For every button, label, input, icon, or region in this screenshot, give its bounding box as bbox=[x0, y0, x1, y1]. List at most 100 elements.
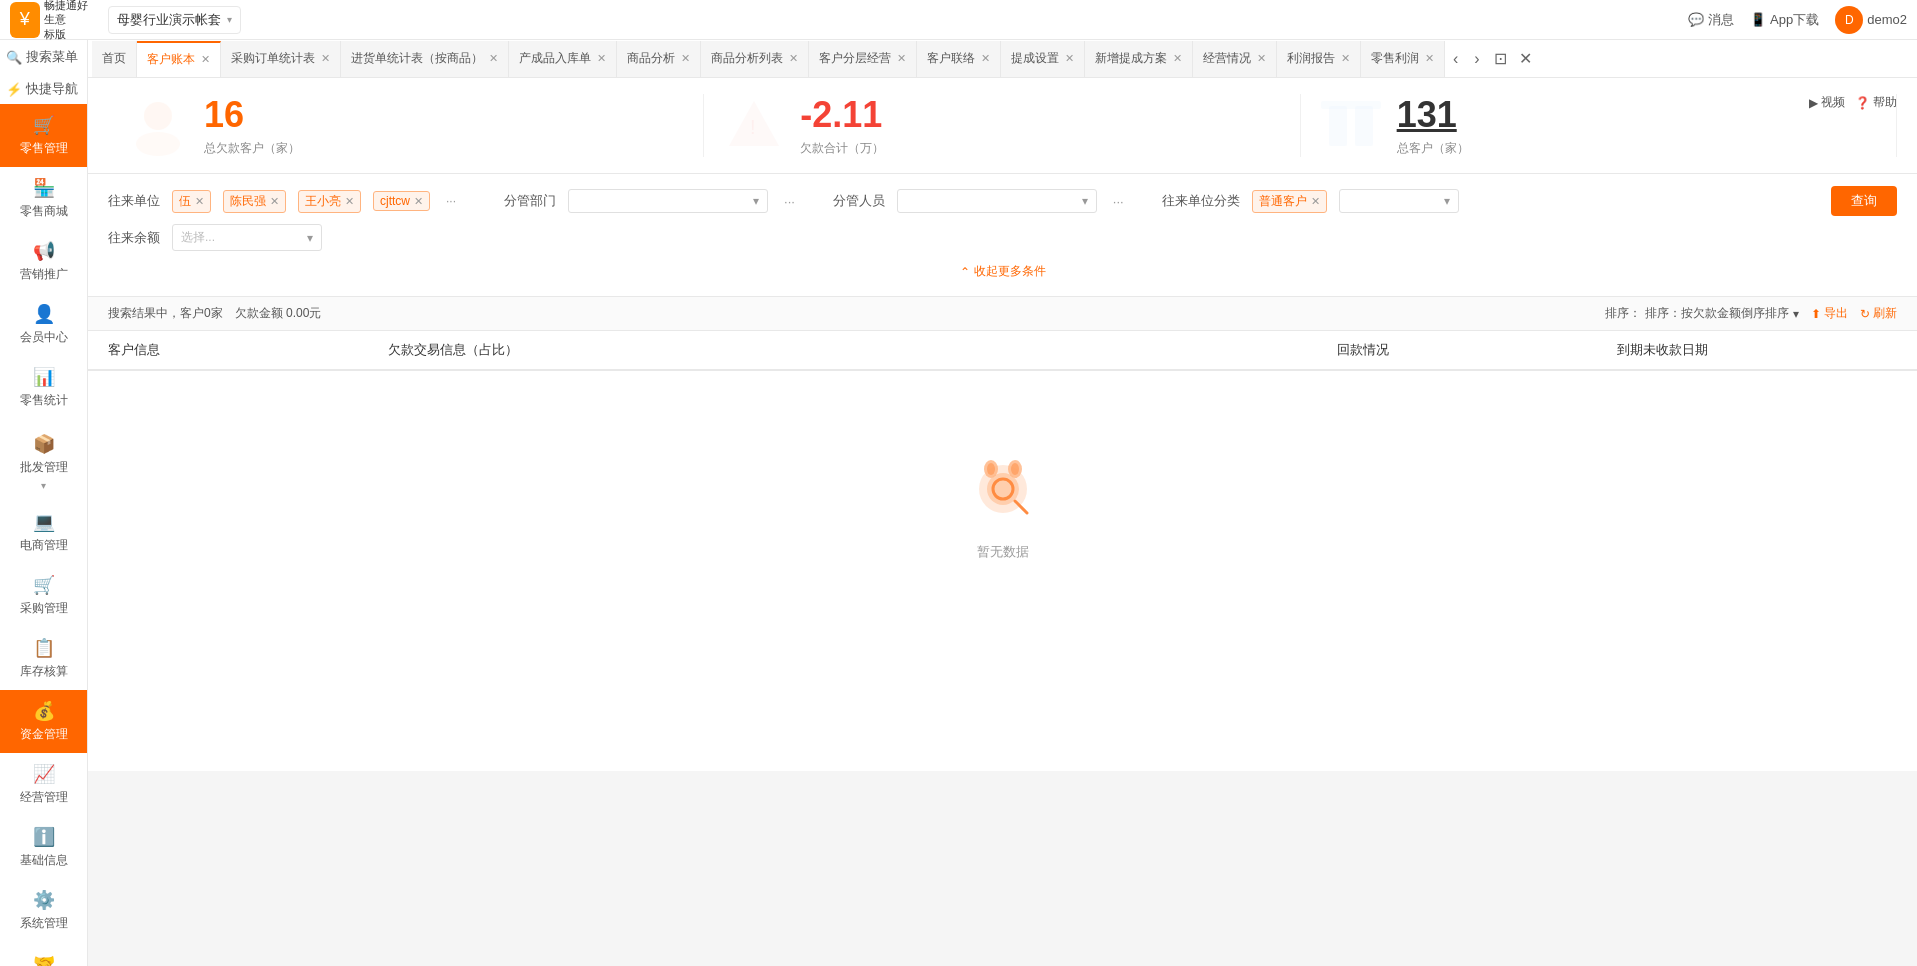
content-area: 首页 客户账本 ✕ 采购订单统计表 ✕ 进货单统计表（按商品） ✕ 产成品入库单… bbox=[88, 40, 1917, 966]
tab-bar: 首页 客户账本 ✕ 采购订单统计表 ✕ 进货单统计表（按商品） ✕ 产成品入库单… bbox=[88, 40, 1917, 78]
svg-point-13 bbox=[987, 463, 995, 475]
sidebar-item-retail-mall[interactable]: 🏪 零售商城 bbox=[0, 167, 87, 230]
tab-purchase-order[interactable]: 采购订单统计表 ✕ bbox=[221, 41, 341, 77]
quick-nav-icon: ⚡ bbox=[6, 82, 22, 97]
tab-close-icon[interactable]: ✕ bbox=[1065, 52, 1074, 65]
tab-close-icon[interactable]: ✕ bbox=[897, 52, 906, 65]
tab-close-icon[interactable]: ✕ bbox=[489, 52, 498, 65]
search-menu-button[interactable]: 🔍 搜索菜单 bbox=[0, 40, 87, 74]
more-tags-button[interactable]: ··· bbox=[442, 192, 460, 210]
sidebar-item-inventory[interactable]: 📋 库存核算 bbox=[0, 627, 87, 690]
tab-retail-profit[interactable]: 零售利润 ✕ bbox=[1361, 41, 1445, 77]
tab-prev-button[interactable]: ‹ bbox=[1445, 50, 1466, 68]
results-bar: 搜索结果中，客户0家 欠款金额 0.00元 排序： 排序：按欠款金额倒序排序 ▾… bbox=[88, 297, 1917, 331]
help-button[interactable]: ❓ 帮助 bbox=[1855, 94, 1897, 111]
results-right-actions: 排序： 排序：按欠款金额倒序排序 ▾ ⬆ 导出 ↻ 刷新 bbox=[1605, 305, 1897, 322]
query-button[interactable]: 查询 bbox=[1831, 186, 1897, 216]
tab-close-icon[interactable]: ✕ bbox=[789, 52, 798, 65]
stat-text-total: 131 总客户（家） bbox=[1397, 94, 1469, 157]
message-icon: 💬 bbox=[1688, 12, 1704, 27]
tab-home[interactable]: 首页 bbox=[92, 41, 137, 77]
tab-expand-button[interactable]: ⊡ bbox=[1488, 47, 1513, 70]
tab-close-all-button[interactable]: ✕ bbox=[1513, 47, 1538, 70]
tab-close-icon[interactable]: ✕ bbox=[201, 53, 210, 66]
remove-icon[interactable]: ✕ bbox=[1311, 195, 1320, 208]
sidebar-item-marketing[interactable]: 📢 营销推广 bbox=[0, 230, 87, 293]
sidebar-item-system[interactable]: ⚙️ 系统管理 bbox=[0, 879, 87, 942]
svg-rect-4 bbox=[1329, 106, 1347, 146]
filter-tag-wu[interactable]: 伍 ✕ bbox=[172, 190, 211, 213]
tab-close-icon[interactable]: ✕ bbox=[1257, 52, 1266, 65]
tab-close-icon[interactable]: ✕ bbox=[1173, 52, 1182, 65]
remove-icon[interactable]: ✕ bbox=[414, 195, 423, 208]
unit-type-select[interactable]: ▾ bbox=[1339, 189, 1459, 213]
dept-select[interactable]: ▾ bbox=[568, 189, 768, 213]
tab-next-button[interactable]: › bbox=[1466, 50, 1487, 68]
sidebar-item-wholesale[interactable]: 📦 批发管理 ▾ bbox=[0, 423, 87, 501]
balance-select[interactable]: 选择... ▾ bbox=[172, 224, 322, 251]
inventory-icon: 📋 bbox=[33, 637, 55, 659]
total-customers-number: 16 bbox=[204, 94, 300, 136]
remove-icon[interactable]: ✕ bbox=[195, 195, 204, 208]
tab-profit-report[interactable]: 利润报告 ✕ bbox=[1277, 41, 1361, 77]
finance-icon: 💰 bbox=[33, 700, 55, 722]
user-avatar-area[interactable]: D demo2 bbox=[1835, 6, 1907, 34]
tab-close-icon[interactable]: ✕ bbox=[321, 52, 330, 65]
dept-more-button[interactable]: ··· bbox=[780, 192, 799, 211]
remove-icon[interactable]: ✕ bbox=[345, 195, 354, 208]
main-area: 🔍 搜索菜单 ⚡ 快捷导航 🛒 零售管理 🏪 零售商城 📢 营销推广 bbox=[0, 40, 1917, 966]
table-container: 客户信息 欠款交易信息（占比） 回款情况 到期未收款日期 bbox=[88, 331, 1917, 771]
filter-area: 往来单位 伍 ✕ 陈民强 ✕ 王小亮 ✕ bbox=[88, 174, 1917, 297]
balance-filter-label: 往来余额 bbox=[108, 229, 160, 247]
tab-customer-layer[interactable]: 客户分层经营 ✕ bbox=[809, 41, 917, 77]
tab-commission-settings[interactable]: 提成设置 ✕ bbox=[1001, 41, 1085, 77]
tab-product-analysis[interactable]: 商品分析 ✕ bbox=[617, 41, 701, 77]
app-download-button[interactable]: 📱 App下载 bbox=[1750, 11, 1819, 29]
table-body: 暂无数据 bbox=[88, 371, 1917, 771]
tab-purchase-stats[interactable]: 进货单统计表（按商品） ✕ bbox=[341, 41, 509, 77]
tab-customer-contact[interactable]: 客户联络 ✕ bbox=[917, 41, 1001, 77]
tab-business-status[interactable]: 经营情况 ✕ bbox=[1193, 41, 1277, 77]
tab-product-entry[interactable]: 产成品入库单 ✕ bbox=[509, 41, 617, 77]
sidebar-item-basic-info[interactable]: ℹ️ 基础信息 bbox=[0, 816, 87, 879]
sidebar-item-ecommerce[interactable]: 💻 电商管理 bbox=[0, 501, 87, 564]
filter-tag-wang[interactable]: 王小亮 ✕ bbox=[298, 190, 361, 213]
tab-customer-account[interactable]: 客户账本 ✕ bbox=[137, 41, 221, 77]
tab-product-analysis-list[interactable]: 商品分析列表 ✕ bbox=[701, 41, 809, 77]
person-more-button[interactable]: ··· bbox=[1109, 192, 1128, 211]
sort-dropdown[interactable]: 排序： 排序：按欠款金额倒序排序 ▾ bbox=[1605, 305, 1799, 322]
stat-text-debt: -2.11 欠款合计（万） bbox=[800, 94, 884, 157]
filter-tag-chen[interactable]: 陈民强 ✕ bbox=[223, 190, 286, 213]
sidebar-item-operations[interactable]: 📈 经营管理 bbox=[0, 753, 87, 816]
sort-chevron-icon: ▾ bbox=[1793, 307, 1799, 321]
sidebar-item-finance[interactable]: 💰 资金管理 bbox=[0, 690, 87, 753]
top-right-actions: 💬 消息 📱 App下载 D demo2 bbox=[1688, 6, 1907, 34]
sidebar-item-member-center[interactable]: 👤 会员中心 bbox=[0, 293, 87, 356]
export-button[interactable]: ⬆ 导出 bbox=[1811, 305, 1848, 322]
remove-icon[interactable]: ✕ bbox=[270, 195, 279, 208]
debt-total-number: -2.11 bbox=[800, 94, 884, 136]
tab-close-icon[interactable]: ✕ bbox=[1425, 52, 1434, 65]
sidebar-item-purchase[interactable]: 🛒 采购管理 bbox=[0, 564, 87, 627]
tab-add-commission[interactable]: 新增提成方案 ✕ bbox=[1085, 41, 1193, 77]
quick-nav-button[interactable]: ⚡ 快捷导航 bbox=[0, 74, 87, 104]
sidebar-item-retail-stats[interactable]: 📊 零售统计 bbox=[0, 356, 87, 419]
sidebar-item-retail-management[interactable]: 🛒 零售管理 bbox=[0, 104, 87, 167]
stat-block-debt: ! -2.11 欠款合计（万） bbox=[704, 94, 1300, 157]
collapse-button[interactable]: ⌃ 收起更多条件 bbox=[108, 259, 1897, 284]
filter-tag-normal-customer[interactable]: 普通客户 ✕ bbox=[1252, 190, 1327, 213]
tab-close-icon[interactable]: ✕ bbox=[681, 52, 690, 65]
tab-close-icon[interactable]: ✕ bbox=[981, 52, 990, 65]
stats-area: 16 总欠款客户（家） ! -2.11 欠款合计（万） bbox=[88, 78, 1917, 174]
account-dropdown[interactable]: 母婴行业演示帐套 ▾ bbox=[108, 6, 241, 34]
col-header-repayment: 回款情况 bbox=[1337, 341, 1617, 359]
sidebar-item-enterprise[interactable]: 🤝 企业协同 bbox=[0, 942, 87, 966]
tab-close-icon[interactable]: ✕ bbox=[597, 52, 606, 65]
person-select[interactable]: ▾ bbox=[897, 189, 1097, 213]
video-button[interactable]: ▶ 视频 bbox=[1809, 94, 1845, 111]
wholesale-icon: 📦 bbox=[33, 433, 55, 455]
refresh-button[interactable]: ↻ 刷新 bbox=[1860, 305, 1897, 322]
message-button[interactable]: 💬 消息 bbox=[1688, 11, 1734, 29]
tab-close-icon[interactable]: ✕ bbox=[1341, 52, 1350, 65]
filter-tag-cjttcw[interactable]: cjttcw ✕ bbox=[373, 191, 430, 211]
